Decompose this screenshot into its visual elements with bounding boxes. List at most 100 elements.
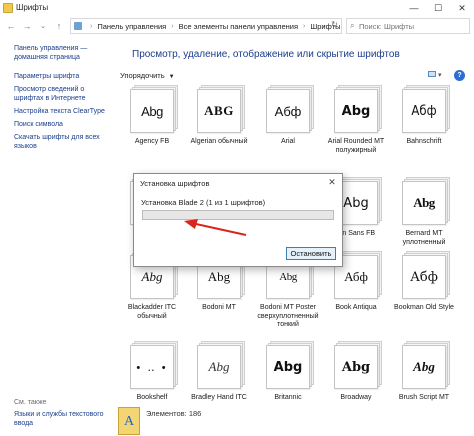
font-sample: Abg	[343, 195, 369, 211]
font-sample: Abg	[413, 359, 435, 374]
refresh-icon[interactable]: ↻	[331, 20, 338, 29]
dialog-close-button[interactable]: ✕	[326, 177, 338, 188]
font-name: Bookshelf	[136, 394, 168, 401]
font-name: Brush Script MT	[398, 394, 450, 401]
font-file-icon: Abg	[266, 341, 314, 389]
link-control-panel-home[interactable]: Панель управления — домашняя страница	[14, 44, 110, 62]
address-row: ← → ⌄ ↑ › Панель управления › Все элемен…	[0, 16, 474, 36]
view-options-button[interactable]: ▾	[428, 71, 448, 80]
font-name: Bodoni MT Poster сверхуплотненный тонкий	[257, 304, 319, 328]
font-sample: Abg	[279, 271, 297, 283]
help-icon[interactable]: ?	[454, 70, 465, 81]
font-file-icon: Abg	[130, 85, 178, 133]
font-tile[interactable]: Abg Bernard MT уплотненный	[392, 177, 456, 261]
font-tile[interactable]: Abg Arial Rounded MT полужирный	[324, 85, 388, 169]
search-icon: ⌕	[350, 21, 355, 30]
see-also-heading: См. также	[14, 399, 47, 406]
font-file-icon: Abg	[402, 341, 450, 389]
link-find-character[interactable]: Поиск символа	[14, 120, 110, 129]
title-bar: Шрифты — ☐ ✕	[0, 0, 474, 16]
font-tile[interactable]: Abg Agency FB	[120, 85, 184, 169]
font-name: Broadway	[340, 394, 372, 401]
font-tile[interactable]: Абф Bahnschrift	[392, 85, 456, 169]
font-name: Bodoni MT	[202, 304, 236, 311]
search-box[interactable]: ⌕	[346, 18, 470, 34]
details-pane: A Элементов: 186	[112, 403, 474, 436]
font-file-icon: Абф	[402, 251, 450, 299]
window-title: Шрифты	[16, 3, 49, 12]
address-bar[interactable]: › Панель управления › Все элементы панел…	[70, 18, 342, 34]
font-name: Algerian обычный	[190, 138, 248, 145]
recent-locations-dropdown[interactable]: ⌄	[36, 19, 50, 33]
page-title: Просмотр, удаление, отображение или скры…	[132, 49, 400, 60]
up-button[interactable]: ↑	[52, 19, 66, 33]
font-file-icon: ABG	[197, 85, 245, 133]
breadcrumb-separator: ›	[171, 22, 174, 30]
link-cleartype[interactable]: Настройка текста ClearType	[14, 107, 110, 116]
font-name: Bahnschrift	[406, 138, 442, 145]
font-sample: Abg	[141, 269, 163, 284]
font-sample: Abg	[341, 359, 371, 375]
back-button[interactable]: ←	[4, 19, 18, 33]
dialog-title: Установка шрифтов	[140, 179, 210, 188]
maximize-button[interactable]: ☐	[426, 0, 450, 16]
font-tile[interactable]: Абф Arial	[256, 85, 320, 169]
font-file-icon: Абф	[402, 85, 450, 133]
font-sample: Абф	[411, 103, 437, 119]
font-name: Bradley Hand ITC	[191, 394, 247, 401]
font-tile[interactable]: ABG Algerian обычный	[187, 85, 251, 169]
forward-button[interactable]: →	[20, 19, 34, 33]
fonts-window: Шрифты — ☐ ✕ ← → ⌄ ↑ › Панель управления…	[0, 0, 474, 436]
font-tile[interactable]: Абф Bookman Old Style	[392, 251, 456, 335]
font-file-icon: Abg	[197, 341, 245, 389]
font-name: Agency FB	[134, 138, 170, 145]
link-font-info-online[interactable]: Просмотр сведений о шрифтах в Интернете	[14, 85, 110, 103]
font-name: Blackadder ITC обычный	[127, 304, 177, 320]
font-file-icon: Abg	[334, 341, 382, 389]
link-download-fonts[interactable]: Скачать шрифты для всех языков	[14, 133, 110, 151]
font-name: Book Antiqua	[335, 304, 377, 311]
font-name: Britannic	[274, 394, 302, 401]
install-fonts-dialog: Установка шрифтов ✕ Установка Blade 2 (1…	[133, 173, 343, 267]
left-pane: Панель управления — домашняя страница Па…	[0, 37, 112, 436]
font-file-icon: Abg	[334, 85, 382, 133]
install-status-text: Установка Blade 2 (1 из 1 шрифтов)	[141, 198, 266, 207]
breadcrumb-separator: ›	[90, 22, 93, 30]
font-sample: Абф	[274, 103, 302, 119]
breadcrumb-control-panel[interactable]: Панель управления	[97, 22, 166, 31]
link-languages[interactable]: Языки и службы текстового ввода	[14, 410, 110, 428]
search-input[interactable]	[359, 21, 459, 31]
address-dropdown-icon[interactable]: ⌄	[321, 21, 327, 29]
breadcrumb-all-items[interactable]: Все элементы панели управления	[179, 22, 298, 31]
chevron-down-icon: ▾	[437, 72, 442, 79]
link-font-settings[interactable]: Параметры шрифта	[14, 72, 110, 81]
item-count: Элементов: 186	[146, 409, 202, 418]
font-file-icon: Abg	[402, 177, 450, 225]
font-sample: • ‥ •	[136, 361, 168, 374]
minimize-button[interactable]: —	[402, 0, 426, 16]
font-sample: ABG	[204, 103, 234, 118]
font-name: Arial Rounded MT полужирный	[327, 138, 385, 154]
stop-button[interactable]: Остановить	[286, 247, 336, 260]
close-button[interactable]: ✕	[450, 0, 474, 16]
font-file-icon: • ‥ •	[130, 341, 178, 389]
control-panel-icon	[74, 22, 82, 30]
font-sample: Abg	[207, 269, 231, 284]
font-sample: Abg	[208, 359, 230, 374]
font-name: Bookman Old Style	[394, 304, 454, 311]
chevron-down-icon: ▼	[168, 74, 175, 80]
font-name: Bernard MT уплотненный	[402, 230, 446, 246]
fonts-folder-icon: A	[118, 407, 140, 435]
folder-icon	[3, 3, 13, 13]
font-sample: Abg	[273, 359, 303, 375]
breadcrumb-separator: ›	[303, 22, 306, 30]
font-sample: Abg	[413, 195, 435, 210]
font-sample: Abg	[141, 103, 163, 119]
font-file-icon: Абф	[266, 85, 314, 133]
font-sample: Abg	[341, 103, 371, 119]
organize-button[interactable]: Упорядочить ▼	[120, 71, 175, 80]
font-sample: Абф	[410, 269, 438, 285]
font-sample: Абф	[344, 269, 368, 284]
organize-label: Упорядочить	[120, 71, 165, 80]
font-name: Arial	[280, 138, 295, 145]
